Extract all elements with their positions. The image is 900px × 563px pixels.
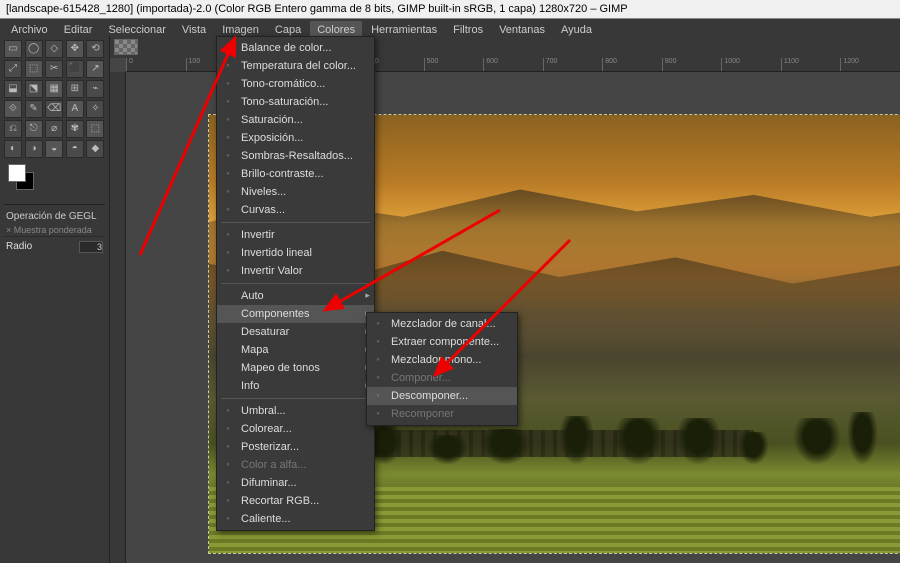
menu-item[interactable]: ◦Exposición...: [217, 129, 374, 147]
menu-item[interactable]: ◦Curvas...: [217, 201, 374, 219]
gegl-radius-input[interactable]: [79, 241, 103, 253]
menu-item[interactable]: ◦Niveles...: [217, 183, 374, 201]
tool-icon[interactable]: ⌁: [86, 80, 104, 98]
menu-item[interactable]: ◦Umbral...: [217, 402, 374, 420]
tool-icon[interactable]: ◐: [4, 140, 22, 158]
submenu-item: ◦Recomponer: [367, 405, 517, 423]
tool-icon[interactable]: ⬚: [86, 120, 104, 138]
color-swatches[interactable]: [4, 164, 105, 194]
tool-icon[interactable]: ◒: [45, 140, 63, 158]
toolbox: ▭◯◇✥⟲⤢⬚✂⬛↗⬓⬔▦⊞⌁⟐✎⌫A✧⎌⎋⌀✾⬚◐◑◒◓◆ Operación…: [0, 36, 110, 563]
menu-item-info[interactable]: Info▸: [217, 377, 374, 395]
submenu-item[interactable]: ◦Descomponer...: [367, 387, 517, 405]
menu-item-componentes[interactable]: Componentes▸: [217, 305, 374, 323]
tool-icon[interactable]: ⬚: [25, 60, 43, 78]
menu-item[interactable]: ◦Temperatura del color...: [217, 57, 374, 75]
tool-icon[interactable]: ⟲: [86, 40, 104, 58]
tool-icon[interactable]: ▦: [45, 80, 63, 98]
menu-item[interactable]: ◦Tono-cromático...: [217, 75, 374, 93]
tool-icon[interactable]: ✂: [45, 60, 63, 78]
menu-item[interactable]: ◦Tono-saturación...: [217, 93, 374, 111]
tool-icon[interactable]: ⌀: [45, 120, 63, 138]
tool-icon[interactable]: ⬔: [25, 80, 43, 98]
window-title: [landscape-615428_1280] (importada)-2.0 …: [0, 0, 900, 19]
gegl-panel-title: Operación de GEGL: [4, 209, 105, 224]
menu-item-mapa[interactable]: Mapa▸: [217, 341, 374, 359]
tool-icon[interactable]: ⎋: [25, 120, 43, 138]
toolbox-grid: ▭◯◇✥⟲⤢⬚✂⬛↗⬓⬔▦⊞⌁⟐✎⌫A✧⎌⎋⌀✾⬚◐◑◒◓◆: [4, 40, 105, 158]
menu-item[interactable]: ◦Posterizar...: [217, 438, 374, 456]
menu-item[interactable]: ◦Caliente...: [217, 510, 374, 528]
tool-icon[interactable]: ✥: [66, 40, 84, 58]
submenu-item: ◦Componer...: [367, 369, 517, 387]
tool-icon[interactable]: ◇: [45, 40, 63, 58]
tool-icon[interactable]: ▭: [4, 40, 22, 58]
tool-icon[interactable]: ⊞: [66, 80, 84, 98]
componentes-submenu[interactable]: ◦Mezclador de canal...◦Extraer component…: [366, 312, 518, 426]
menu-item[interactable]: ◦Colorear...: [217, 420, 374, 438]
tool-icon[interactable]: ◑: [25, 140, 43, 158]
menu-item[interactable]: ◦Invertir: [217, 226, 374, 244]
tool-icon[interactable]: ⬛: [66, 60, 84, 78]
menu-item-mapeo-de-tonos[interactable]: Mapeo de tonos▸: [217, 359, 374, 377]
tool-icon[interactable]: ⟐: [4, 100, 22, 118]
tool-icon[interactable]: A: [66, 100, 84, 118]
tool-icon[interactable]: ⬓: [4, 80, 22, 98]
menu-item[interactable]: ◦Balance de color...: [217, 39, 374, 57]
tool-icon[interactable]: ◆: [86, 140, 104, 158]
tool-icon[interactable]: ✧: [86, 100, 104, 118]
menu-item[interactable]: ◦Saturación...: [217, 111, 374, 129]
tool-icon[interactable]: ✾: [66, 120, 84, 138]
menu-item[interactable]: ◦Recortar RGB...: [217, 492, 374, 510]
tool-icon[interactable]: ✎: [25, 100, 43, 118]
gegl-param-label: Radio: [6, 241, 32, 253]
menu-item: ◦Color a alfa...: [217, 456, 374, 474]
tool-icon[interactable]: ⌫: [45, 100, 63, 118]
menu-item[interactable]: ◦Invertido lineal: [217, 244, 374, 262]
submenu-item[interactable]: ◦Mezclador mono...: [367, 351, 517, 369]
menu-item[interactable]: ◦Invertir Valor: [217, 262, 374, 280]
submenu-item[interactable]: ◦Extraer componente...: [367, 333, 517, 351]
menu-item[interactable]: ◦Difuminar...: [217, 474, 374, 492]
submenu-item[interactable]: ◦Mezclador de canal...: [367, 315, 517, 333]
tool-icon[interactable]: ◯: [25, 40, 43, 58]
image-tab-thumb[interactable]: [114, 39, 138, 55]
tool-icon[interactable]: ◓: [66, 140, 84, 158]
menu-item[interactable]: ◦Sombras-Resaltados...: [217, 147, 374, 165]
menu-item-desaturar[interactable]: Desaturar▸: [217, 323, 374, 341]
tool-icon[interactable]: ⤢: [4, 60, 22, 78]
fg-color-swatch[interactable]: [8, 164, 26, 182]
menu-item-auto[interactable]: Auto▸: [217, 287, 374, 305]
colores-menu[interactable]: ◦Balance de color...◦Temperatura del col…: [216, 36, 375, 531]
vertical-ruler: [110, 72, 126, 563]
menu-item[interactable]: ◦Brillo-contraste...: [217, 165, 374, 183]
gegl-panel-subtitle: × Muestra ponderada: [4, 224, 105, 237]
tool-icon[interactable]: ⎌: [4, 120, 22, 138]
tool-icon[interactable]: ↗: [86, 60, 104, 78]
